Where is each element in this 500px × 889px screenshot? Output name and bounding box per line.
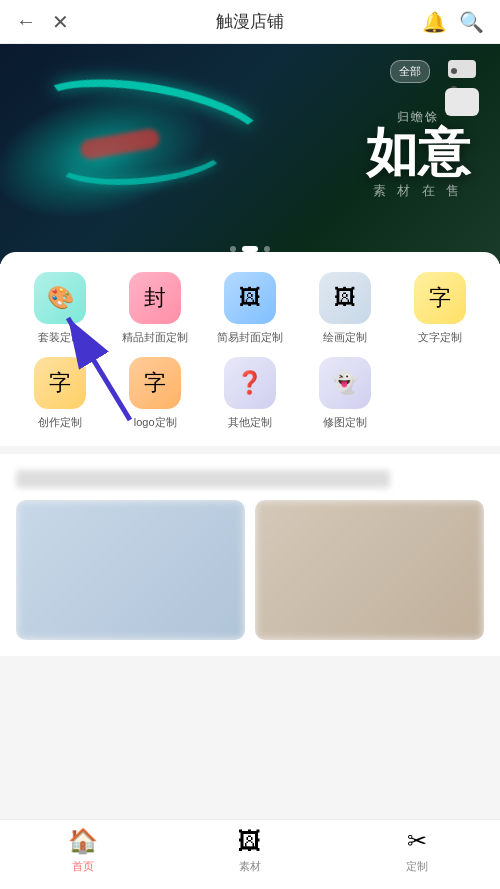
category-label-text: 文字定制	[418, 330, 462, 345]
bell-icon[interactable]: 🔔	[422, 10, 447, 34]
category-item-creation[interactable]: 字创作定制	[16, 357, 105, 430]
category-icon-retouch: 👻	[319, 357, 371, 409]
nav-bar-right: 🔔 🔍	[422, 10, 484, 34]
category-item-simple-cover[interactable]: 🖼 简易封面定制	[206, 272, 295, 345]
category-item-premium-cover[interactable]: 封精品封面定制	[111, 272, 200, 345]
category-icon-simple-cover: 🖼	[224, 272, 276, 324]
category-label-creation: 创作定制	[38, 415, 82, 430]
bottom-nav: 🏠 首页 🖼 素材 ✂ 定制	[0, 819, 500, 889]
category-item-text[interactable]: 字文字定制	[395, 272, 484, 345]
page-title: 触漫店铺	[216, 10, 284, 33]
nav-label-home: 首页	[72, 859, 94, 874]
search-icon[interactable]: 🔍	[459, 10, 484, 34]
category-icon-suit: 🎨	[34, 272, 86, 324]
nav-bar-left: ← ✕	[16, 10, 69, 34]
category-icon-text: 字	[414, 272, 466, 324]
main-content: 🎨套装定制封精品封面定制🖼简易封面定制🖼绘画定制字文字定制字创作定制字logo定…	[0, 252, 500, 656]
banner-text: 归蟾馀 如意 素 材 在 售	[366, 109, 470, 200]
products-grid	[16, 500, 484, 640]
category-label-logo: logo定制	[134, 415, 177, 430]
product-card-1[interactable]	[16, 500, 245, 640]
category-icon-other: ❓	[224, 357, 276, 409]
banner: 归蟾馀 如意 素 材 在 售 全部	[0, 44, 500, 264]
category-item-logo[interactable]: 字 logo定制	[111, 357, 200, 430]
category-icon-painting: 🖼	[319, 272, 371, 324]
robot-body	[445, 88, 479, 116]
banner-robot	[440, 60, 484, 104]
banner-tag[interactable]: 全部	[390, 60, 430, 83]
blurred-section-title	[16, 470, 390, 488]
category-label-premium-cover: 精品封面定制	[122, 330, 188, 345]
nav-item-home[interactable]: 🏠 首页	[0, 827, 167, 882]
category-grid: 🎨套装定制封精品封面定制🖼简易封面定制🖼绘画定制字文字定制字创作定制字logo定…	[16, 272, 484, 430]
nav-icon-custom: ✂	[407, 827, 427, 855]
category-icon-premium-cover: 封	[129, 272, 181, 324]
back-button[interactable]: ←	[16, 10, 36, 33]
category-icon-creation: 字	[34, 357, 86, 409]
nav-label-custom: 定制	[406, 859, 428, 874]
nav-icon-home: 🏠	[68, 827, 98, 855]
category-label-suit: 套装定制	[38, 330, 82, 345]
section-divider	[0, 446, 500, 454]
banner-desc: 素 材 在 售	[366, 182, 470, 200]
category-item-painting[interactable]: 🖼 绘画定制	[300, 272, 389, 345]
nav-icon-material: 🖼	[238, 827, 262, 855]
nav-item-custom[interactable]: ✂ 定制	[333, 827, 500, 882]
product-image-2	[255, 500, 484, 640]
nav-item-material[interactable]: 🖼 素材	[167, 827, 334, 882]
category-label-painting: 绘画定制	[323, 330, 367, 345]
category-item-other[interactable]: ❓ 其他定制	[206, 357, 295, 430]
category-label-simple-cover: 简易封面定制	[217, 330, 283, 345]
robot-eye-left	[451, 68, 457, 74]
banner-title: 如意	[366, 126, 470, 178]
nav-label-material: 素材	[239, 859, 261, 874]
category-icon-logo: 字	[129, 357, 181, 409]
close-button[interactable]: ✕	[52, 10, 69, 34]
category-item-retouch[interactable]: 👻 修图定制	[300, 357, 389, 430]
product-image-1	[16, 500, 245, 640]
nav-bar: ← ✕ 触漫店铺 🔔 🔍	[0, 0, 500, 44]
category-label-retouch: 修图定制	[323, 415, 367, 430]
category-label-other: 其他定制	[228, 415, 272, 430]
banner-dragon	[20, 64, 280, 194]
category-item-suit[interactable]: 🎨 套装定制	[16, 272, 105, 345]
product-card-2[interactable]	[255, 500, 484, 640]
